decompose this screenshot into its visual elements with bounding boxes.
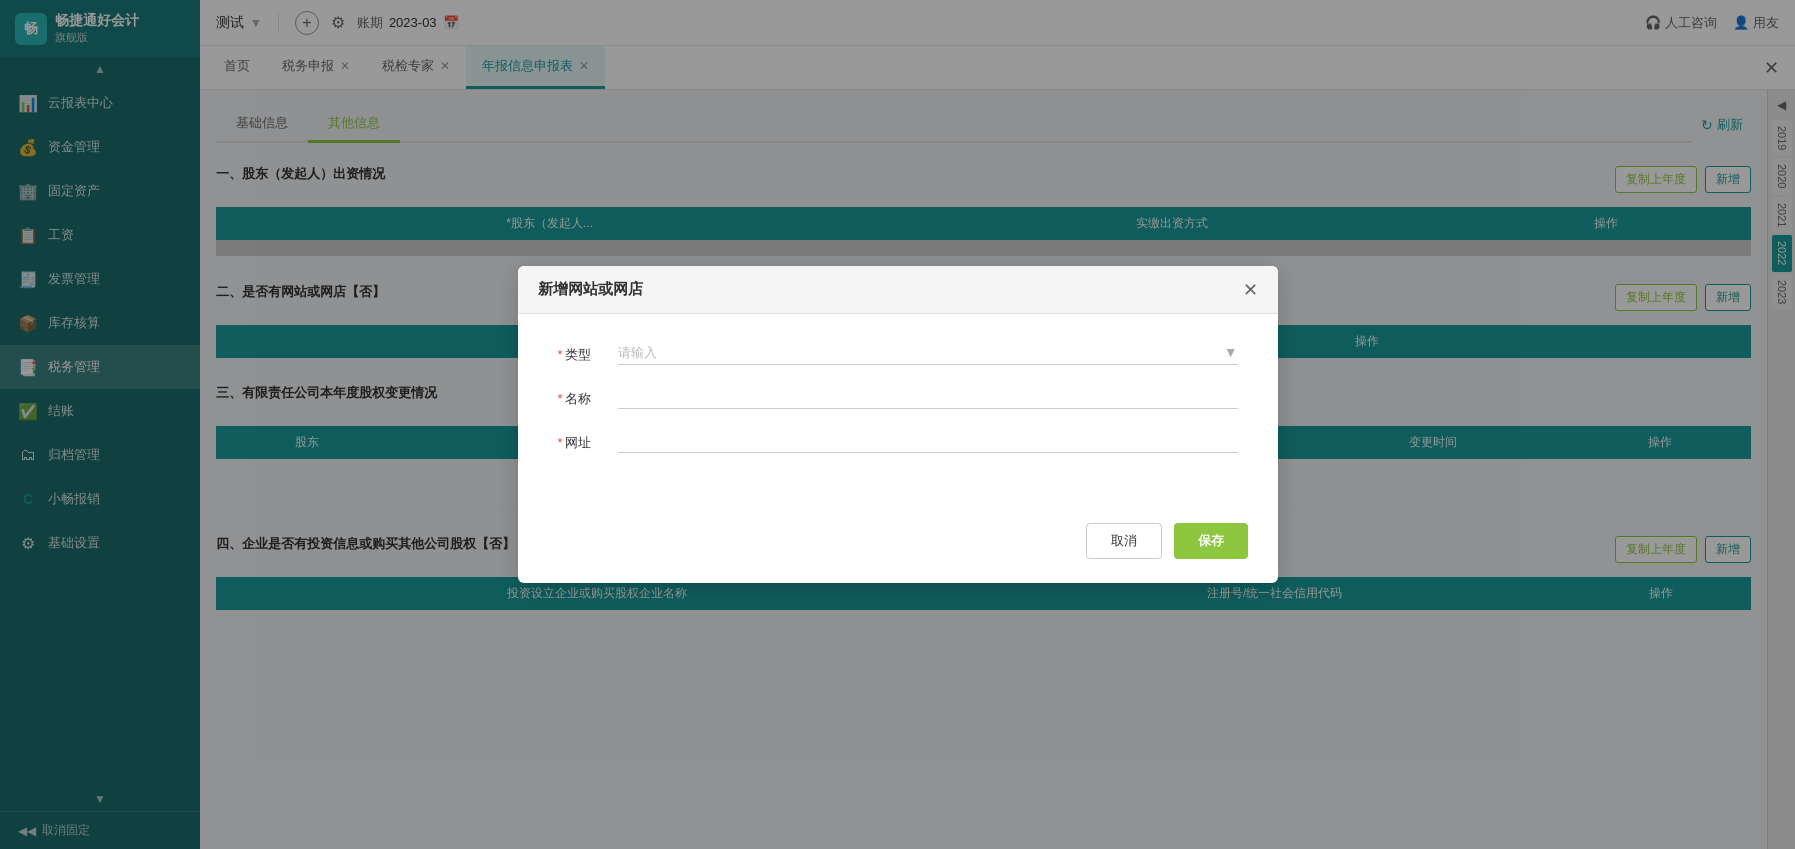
required-marker: * <box>558 347 563 362</box>
dialog-close-button[interactable]: ✕ <box>1243 281 1258 299</box>
name-label: *名称 <box>558 390 618 408</box>
type-input[interactable] <box>618 345 1224 360</box>
form-row-name: *名称 <box>558 389 1238 409</box>
name-input[interactable] <box>618 389 1238 404</box>
cancel-button[interactable]: 取消 <box>1086 523 1162 559</box>
type-control-wrapper: ▼ <box>618 344 1238 365</box>
required-marker2: * <box>558 391 563 406</box>
url-input[interactable] <box>618 433 1238 448</box>
dialog-title: 新增网站或网店 <box>538 280 643 299</box>
url-control-wrapper <box>618 433 1238 453</box>
required-marker3: * <box>558 435 563 450</box>
url-label: *网址 <box>558 434 618 452</box>
form-row-type: *类型 ▼ <box>558 344 1238 365</box>
dialog-footer: 取消 保存 <box>518 507 1278 583</box>
form-row-url: *网址 <box>558 433 1238 453</box>
add-website-dialog: 新增网站或网店 ✕ *类型 ▼ *名称 <box>518 266 1278 583</box>
dialog-body: *类型 ▼ *名称 *网址 <box>518 314 1278 507</box>
type-label: *类型 <box>558 346 618 364</box>
type-dropdown-icon[interactable]: ▼ <box>1224 344 1238 360</box>
modal-overlay: 新增网站或网店 ✕ *类型 ▼ *名称 <box>0 0 1795 849</box>
save-button[interactable]: 保存 <box>1174 523 1248 559</box>
name-control-wrapper <box>618 389 1238 409</box>
dialog-header: 新增网站或网店 ✕ <box>518 266 1278 314</box>
